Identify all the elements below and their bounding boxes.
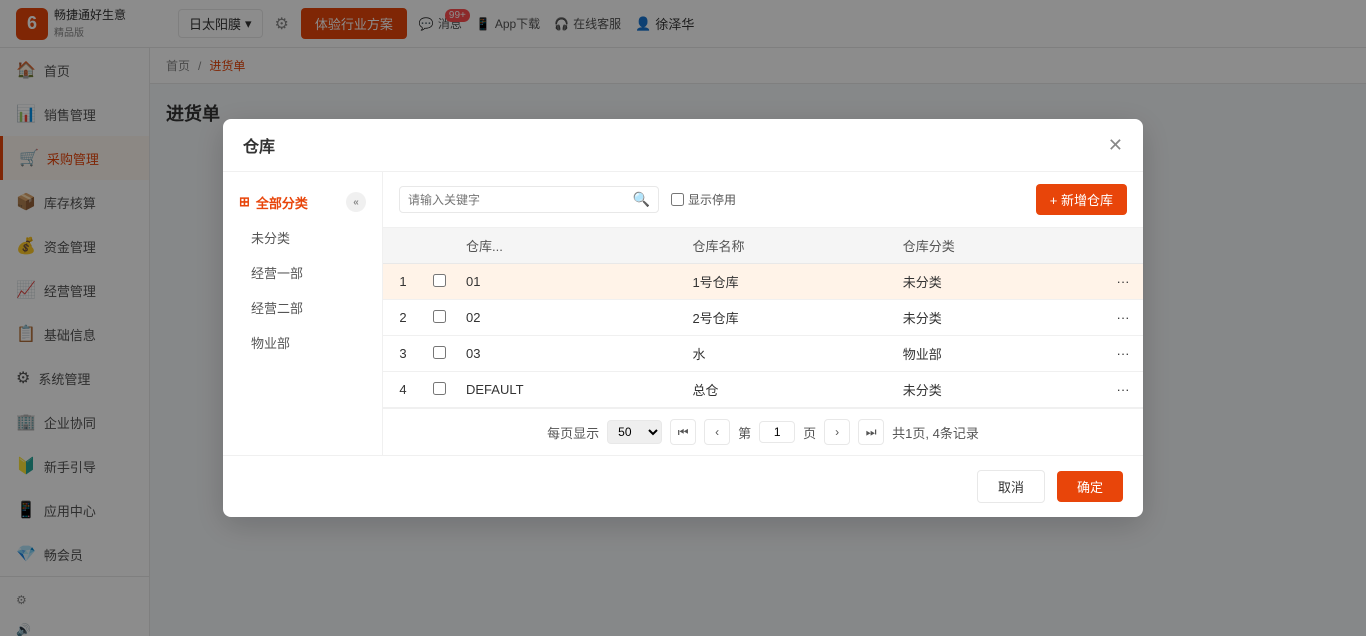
row-code: 01 (456, 264, 682, 300)
row-num: 3 (383, 336, 423, 372)
row-name: 2号仓库 (682, 300, 892, 336)
show-disabled-label[interactable]: 显示停用 (671, 191, 736, 208)
table-scroll: 仓库... 仓库名称 仓库分类 1 01 1号仓库 (383, 228, 1143, 408)
table-row[interactable]: 1 01 1号仓库 未分类 ··· (383, 264, 1143, 300)
modal-header: 仓库 ✕ (223, 119, 1143, 172)
row-code: DEFAULT (456, 372, 682, 408)
table-row[interactable]: 4 DEFAULT 总仓 未分类 ··· (383, 372, 1143, 408)
warehouse-table: 仓库... 仓库名称 仓库分类 1 01 1号仓库 (383, 228, 1143, 408)
total-info: 共1页, 4条记录 (892, 423, 979, 442)
page-number-input[interactable] (759, 421, 795, 443)
col-action (1103, 228, 1143, 264)
per-page-select[interactable]: 50 100 200 (607, 420, 662, 444)
row-num: 1 (383, 264, 423, 300)
table-header-row: 仓库... 仓库名称 仓库分类 (383, 228, 1143, 264)
grid-icon: ⊞ (239, 194, 250, 210)
col-code: 仓库... (456, 228, 682, 264)
warehouse-modal: 仓库 ✕ ⊞ 全部分类 « 未分类经营一部经营二部物业部 🔍 (223, 119, 1143, 517)
row-category: 未分类 (893, 300, 1103, 336)
page-unit: 页 (803, 423, 816, 442)
row-checkbox-cell (423, 372, 456, 408)
row-checkbox[interactable] (433, 346, 446, 359)
table-row[interactable]: 2 02 2号仓库 未分类 ··· (383, 300, 1143, 336)
category-item-未分类[interactable]: 未分类 (223, 220, 382, 255)
modal-body: ⊞ 全部分类 « 未分类经营一部经营二部物业部 🔍 显示停用 + 新增仓库 (223, 172, 1143, 455)
page-next-button[interactable]: › (824, 419, 850, 445)
row-name: 1号仓库 (682, 264, 892, 300)
row-action[interactable]: ··· (1103, 264, 1143, 300)
table-body: 1 01 1号仓库 未分类 ··· 2 02 2号仓库 未分类 ··· 3 03… (383, 264, 1143, 408)
row-checkbox-cell (423, 300, 456, 336)
collapse-button[interactable]: « (346, 192, 366, 212)
row-action[interactable]: ··· (1103, 336, 1143, 372)
col-check (423, 228, 456, 264)
category-panel: ⊞ 全部分类 « 未分类经营一部经营二部物业部 (223, 172, 383, 455)
page-last-button[interactable]: ⏭ (858, 419, 884, 445)
row-checkbox-cell (423, 264, 456, 300)
row-num: 2 (383, 300, 423, 336)
row-category: 未分类 (893, 372, 1103, 408)
row-code: 02 (456, 300, 682, 336)
all-category-item[interactable]: ⊞ 全部分类 « (223, 184, 382, 220)
row-name: 总仓 (682, 372, 892, 408)
row-checkbox[interactable] (433, 310, 446, 323)
page-prev-button[interactable]: ‹ (704, 419, 730, 445)
modal-close-button[interactable]: ✕ (1108, 135, 1123, 156)
table-row[interactable]: 3 03 水 物业部 ··· (383, 336, 1143, 372)
table-toolbar: 🔍 显示停用 + 新增仓库 (383, 172, 1143, 228)
row-checkbox-cell (423, 336, 456, 372)
table-panel: 🔍 显示停用 + 新增仓库 仓库... (383, 172, 1143, 455)
pagination: 每页显示 50 100 200 ⏮ ‹ 第 页 › ⏭ 共1页, 4条记录 (383, 408, 1143, 455)
cancel-button[interactable]: 取消 (977, 470, 1045, 503)
row-checkbox[interactable] (433, 382, 446, 395)
category-item-物业部[interactable]: 物业部 (223, 325, 382, 360)
row-code: 03 (456, 336, 682, 372)
row-name: 水 (682, 336, 892, 372)
col-name: 仓库名称 (682, 228, 892, 264)
category-item-经营二部[interactable]: 经营二部 (223, 290, 382, 325)
row-checkbox[interactable] (433, 274, 446, 287)
modal-footer: 取消 确定 (223, 455, 1143, 517)
per-page-label: 每页显示 (547, 423, 599, 442)
confirm-button[interactable]: 确定 (1057, 471, 1123, 502)
search-input[interactable] (408, 193, 627, 207)
page-label: 第 (738, 423, 751, 442)
all-category-label: 全部分类 (256, 193, 308, 212)
row-category: 未分类 (893, 264, 1103, 300)
col-category: 仓库分类 (893, 228, 1103, 264)
category-item-经营一部[interactable]: 经营一部 (223, 255, 382, 290)
row-category: 物业部 (893, 336, 1103, 372)
modal-title: 仓库 (243, 133, 275, 157)
search-icon: 🔍 (633, 191, 650, 208)
page-first-button[interactable]: ⏮ (670, 419, 696, 445)
row-action[interactable]: ··· (1103, 300, 1143, 336)
add-warehouse-button[interactable]: + 新增仓库 (1036, 184, 1127, 215)
show-disabled-checkbox[interactable] (671, 193, 684, 206)
search-box: 🔍 (399, 186, 659, 213)
row-num: 4 (383, 372, 423, 408)
col-num (383, 228, 423, 264)
row-action[interactable]: ··· (1103, 372, 1143, 408)
